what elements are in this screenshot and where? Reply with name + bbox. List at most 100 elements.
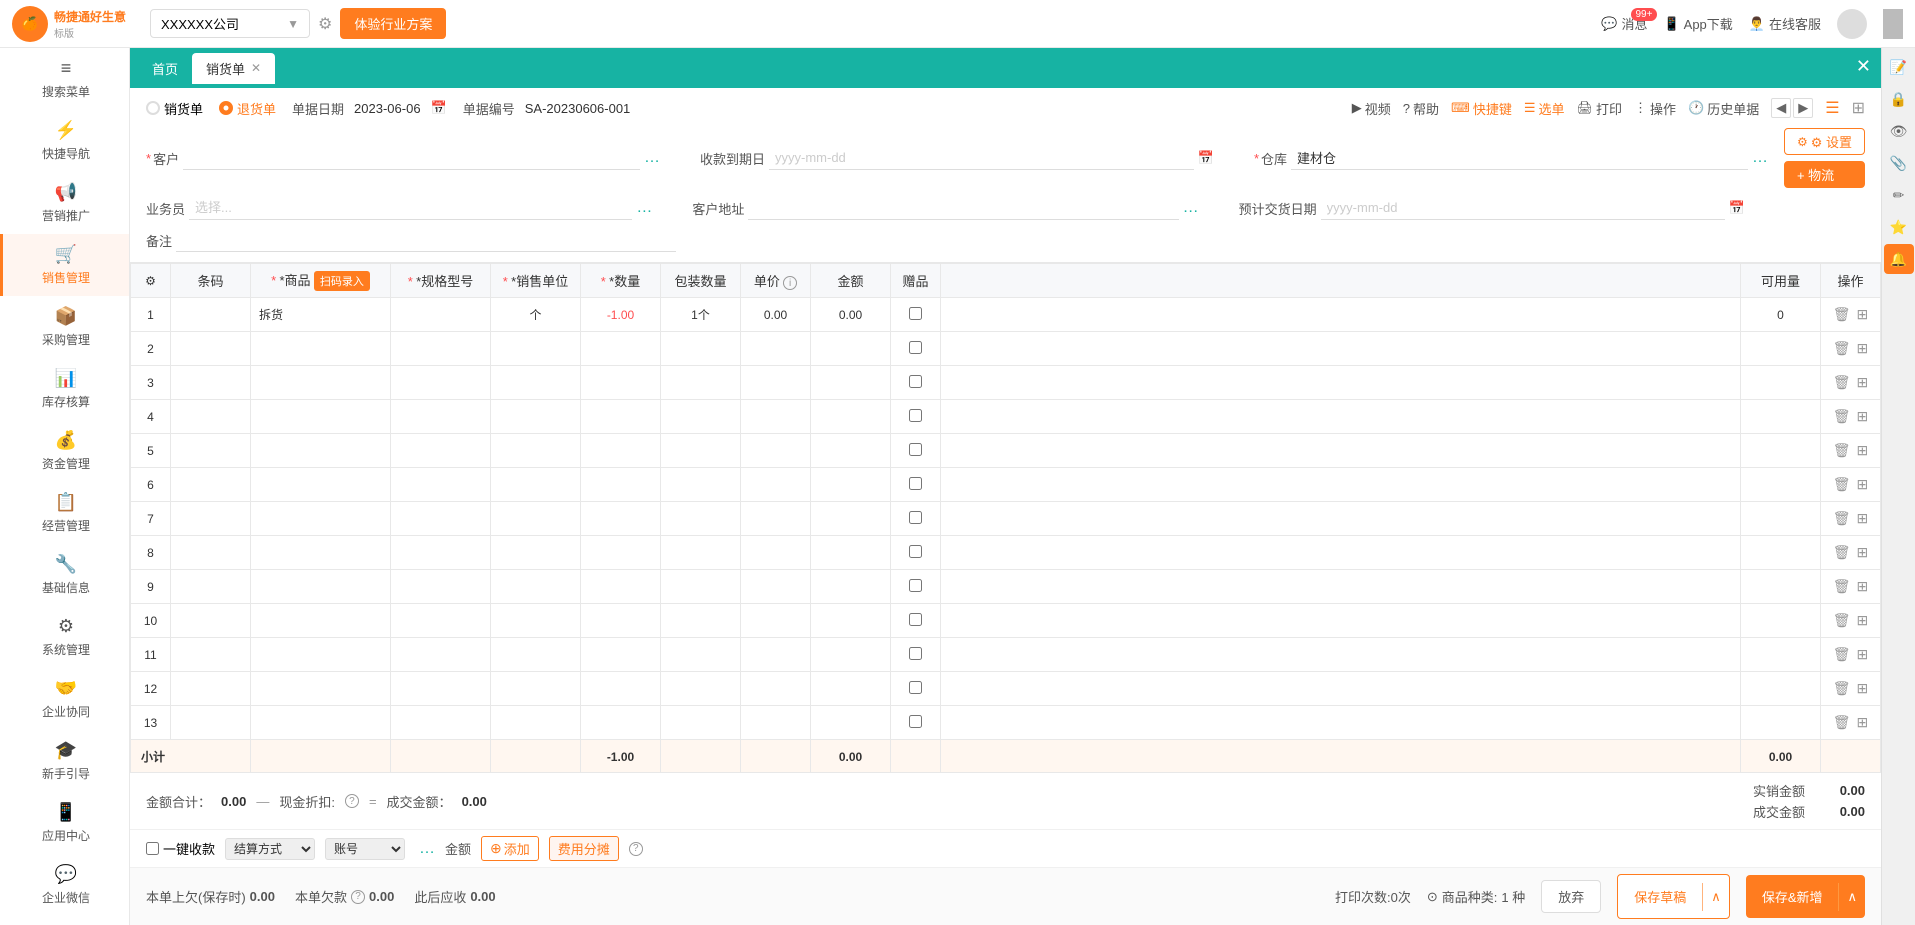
cell-gift-4[interactable] [891,400,941,434]
cell-product-5[interactable] [251,434,391,468]
cell-barcode-1[interactable] [171,298,251,332]
cell-price-13[interactable] [741,706,811,740]
cell-amount-1[interactable]: 0.00 [811,298,891,332]
page-close-button[interactable]: ✕ [1856,56,1871,77]
cell-spec-3[interactable] [391,366,491,400]
cell-pkgqty-13[interactable] [661,706,741,740]
cell-pkgqty-9[interactable] [661,570,741,604]
cell-barcode-5[interactable] [171,434,251,468]
expense-help-icon[interactable]: ? [629,842,643,856]
right-panel-btn-4[interactable]: 📎 [1884,148,1914,178]
gift-checkbox-4[interactable] [909,409,922,422]
radio-sales[interactable]: 销货单 [146,99,203,118]
delete-row-btn-6[interactable]: 🗑 [1833,476,1851,493]
cell-amount-4[interactable] [811,400,891,434]
cell-qty-7[interactable] [581,502,661,536]
customer-ellipsis-icon[interactable]: … [644,149,660,167]
tab-sales-order[interactable]: 销货单 ✕ [192,53,275,84]
cell-qty-4[interactable] [581,400,661,434]
cell-spec-2[interactable] [391,332,491,366]
tab-home[interactable]: 首页 [138,53,192,84]
salesperson-input[interactable] [189,196,632,220]
sidebar-item-guide[interactable]: 🎓 新手引导 [0,730,129,792]
cell-price-10[interactable] [741,604,811,638]
delete-row-btn-11[interactable]: 🗑 [1833,646,1851,663]
cell-price-6[interactable] [741,468,811,502]
cell-barcode-8[interactable] [171,536,251,570]
toolbar-shortcut-btn[interactable]: ⌨ 快捷键 [1451,99,1512,118]
cell-pkgqty-5[interactable] [661,434,741,468]
service-button[interactable]: 👨‍💼 在线客服 [1749,14,1821,33]
gift-checkbox-7[interactable] [909,511,922,524]
gift-checkbox-3[interactable] [909,375,922,388]
settings-gear-button[interactable]: ⚙ [318,14,332,34]
gift-checkbox-6[interactable] [909,477,922,490]
right-panel-btn-2[interactable]: 🔒 [1884,84,1914,114]
gift-checkbox-5[interactable] [909,443,922,456]
toolbar-print-btn[interactable]: 🖨 打印 [1577,99,1623,118]
cell-amount-3[interactable] [811,366,891,400]
cell-barcode-13[interactable] [171,706,251,740]
payment-account-select[interactable]: 账号 [325,838,405,860]
right-panel-btn-3[interactable]: 👁 [1884,116,1914,146]
scan-button[interactable]: 扫码录入 [314,271,370,291]
due-date-calendar-icon[interactable]: 📅 [1198,150,1214,166]
cell-product-6[interactable] [251,468,391,502]
cell-product-11[interactable] [251,638,391,672]
settings-button[interactable]: ⚙ ⚙ 设置 [1784,128,1865,155]
cell-gift-13[interactable] [891,706,941,740]
abandon-button[interactable]: 放弃 [1541,880,1601,913]
cell-gift-1[interactable] [891,298,941,332]
cell-spec-6[interactable] [391,468,491,502]
delete-row-btn-8[interactable]: 🗑 [1833,544,1851,561]
cell-price-8[interactable] [741,536,811,570]
toolbar-video-btn[interactable]: ▶ 视频 [1352,99,1391,118]
discount-info-icon[interactable]: ? [345,794,359,808]
right-panel-btn-5[interactable]: ✏ [1884,180,1914,210]
sidebar-item-enterprise[interactable]: 🤝 企业协同 [0,668,129,730]
cell-barcode-7[interactable] [171,502,251,536]
right-panel-btn-7[interactable]: 🔔 [1884,244,1914,274]
customer-addr-ellipsis-icon[interactable]: … [1183,199,1199,217]
th-settings[interactable]: ⚙ [131,264,171,298]
cell-pkgqty-10[interactable] [661,604,741,638]
cell-pkgqty-12[interactable] [661,672,741,706]
cell-product-2[interactable] [251,332,391,366]
right-panel-btn-1[interactable]: 📝 [1884,52,1914,82]
cell-price-7[interactable] [741,502,811,536]
cell-price-2[interactable] [741,332,811,366]
gift-checkbox-12[interactable] [909,681,922,694]
cell-price-12[interactable] [741,672,811,706]
warehouse-input[interactable] [1291,146,1748,170]
customer-addr-input[interactable] [748,196,1178,220]
customer-input[interactable] [183,146,640,170]
cell-amount-11[interactable] [811,638,891,672]
cell-pkgqty-8[interactable] [661,536,741,570]
cell-qty-9[interactable] [581,570,661,604]
copy-row-btn-11[interactable]: ⊞ [1857,646,1869,663]
cell-amount-10[interactable] [811,604,891,638]
cell-price-11[interactable] [741,638,811,672]
cell-gift-10[interactable] [891,604,941,638]
cell-spec-10[interactable] [391,604,491,638]
cell-unit-9[interactable] [491,570,581,604]
account-ellipsis-icon[interactable]: … [419,840,435,858]
sidebar-item-finance[interactable]: 💰 资金管理 [0,420,129,482]
cell-gift-3[interactable] [891,366,941,400]
cell-amount-6[interactable] [811,468,891,502]
cell-barcode-9[interactable] [171,570,251,604]
cell-amount-12[interactable] [811,672,891,706]
sidebar-item-purchase[interactable]: 📦 采购管理 [0,296,129,358]
cell-amount-8[interactable] [811,536,891,570]
cell-gift-11[interactable] [891,638,941,672]
cell-product-13[interactable] [251,706,391,740]
delete-row-btn-9[interactable]: 🗑 [1833,578,1851,595]
cell-gift-5[interactable] [891,434,941,468]
cell-unit-1[interactable]: 个 [491,298,581,332]
gift-checkbox-1[interactable] [909,307,922,320]
cell-unit-3[interactable] [491,366,581,400]
cell-unit-10[interactable] [491,604,581,638]
logistics-button[interactable]: + 物流 [1784,161,1865,188]
cell-barcode-4[interactable] [171,400,251,434]
delete-row-btn-3[interactable]: 🗑 [1833,374,1851,391]
